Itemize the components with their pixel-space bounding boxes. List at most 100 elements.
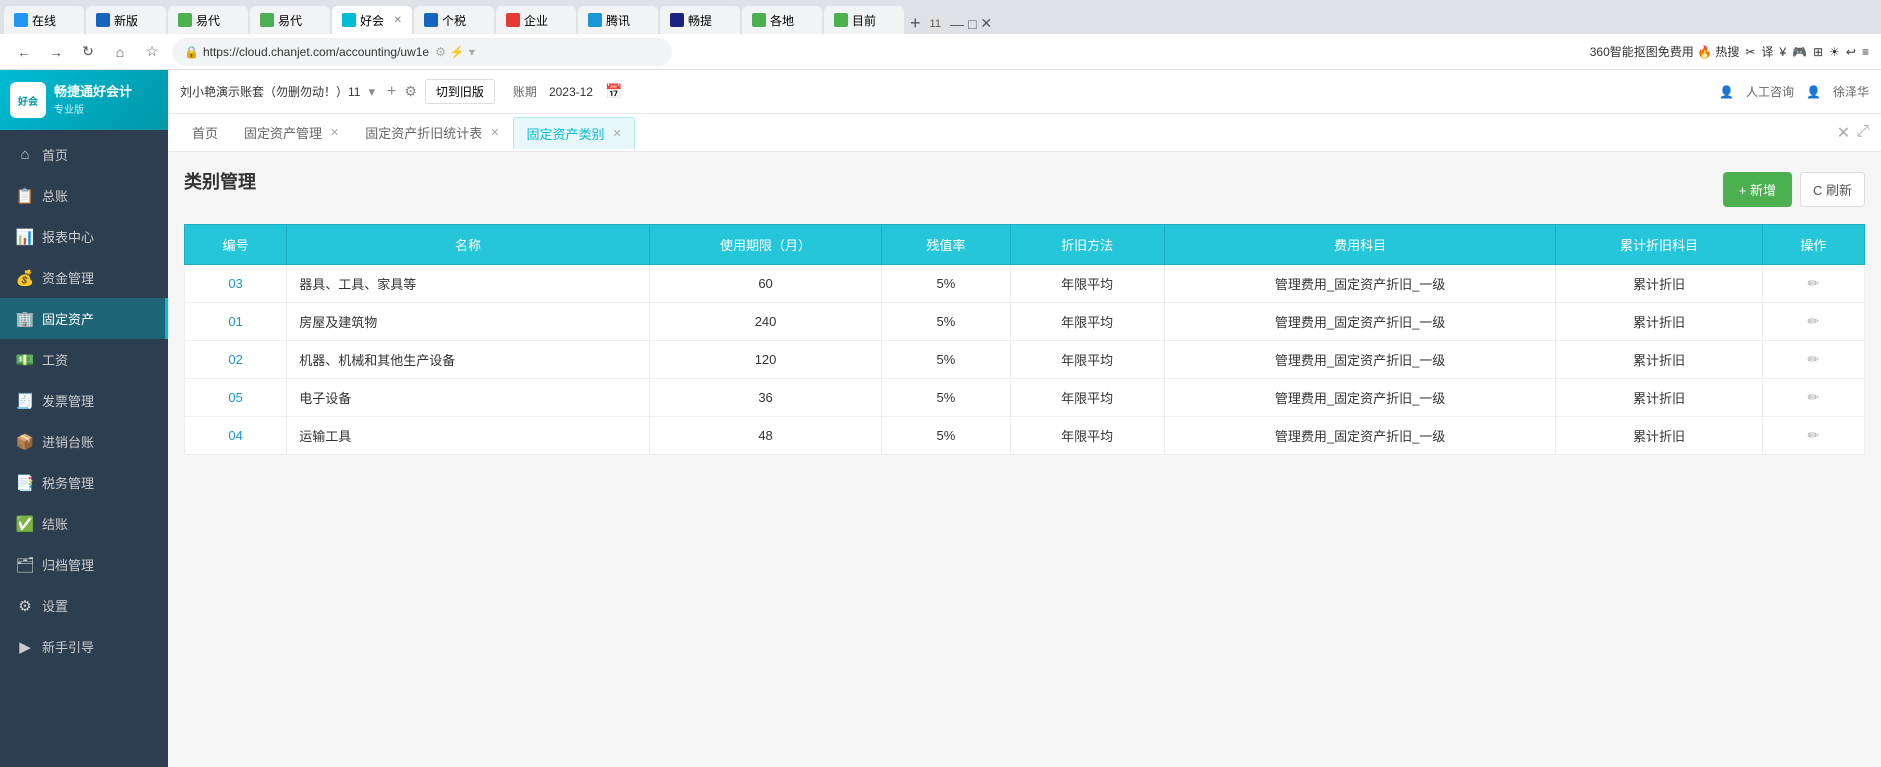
cell-action-2[interactable]: ✏ [1762, 341, 1864, 379]
toolbar: + 新增 C 刷新 [1723, 172, 1865, 207]
tab-window-expand-icon[interactable]: ⤢ [1856, 123, 1869, 143]
scissors-icon[interactable]: ✂ [1745, 45, 1755, 59]
edit-icon-3[interactable]: ✏ [1808, 389, 1820, 405]
cell-action-3[interactable]: ✏ [1762, 379, 1864, 417]
reload-button[interactable]: ↻ [76, 40, 100, 64]
sidebar-item-home[interactable]: ⌂ 首页 [0, 134, 168, 175]
site-info-icon[interactable]: ⚙ [435, 45, 446, 59]
table-row: 01 房屋及建筑物 240 5% 年限平均 管理费用_固定资产折旧_一级 累计折… [185, 303, 1865, 341]
cell-accum-0: 累计折旧 [1556, 265, 1762, 303]
browser-tab-close-haohui[interactable]: ✕ [394, 15, 402, 26]
close-window-icon[interactable]: ✕ [980, 15, 992, 32]
archive-icon: 🗂 [16, 556, 34, 574]
browser-tab-xinban[interactable]: 新版 [86, 6, 166, 34]
calendar-icon[interactable]: 📅 [605, 83, 622, 100]
cell-rate-1: 5% [882, 303, 1010, 341]
tab-window-close-icon[interactable]: ✕ [1837, 123, 1850, 143]
sidebar-item-invoice[interactable]: 🧾 发票管理 [0, 380, 168, 421]
page-tab-fixedasset-mgmt[interactable]: 固定资产管理 ✕ [232, 117, 351, 148]
browser-tab-zaixin[interactable]: 在线 [4, 6, 84, 34]
sidebar-item-payroll[interactable]: 💵 工资 [0, 339, 168, 380]
menu-icon[interactable]: ≡ [1862, 45, 1869, 59]
sidebar-logo: 好会 [10, 82, 46, 118]
undo-icon[interactable]: ↩ [1846, 45, 1856, 59]
sidebar-item-reports[interactable]: 📊 报表中心 [0, 216, 168, 257]
cell-expense-1: 管理费用_固定资产折旧_一级 [1164, 303, 1556, 341]
bookmark-star-icon[interactable]: ⚡ [450, 45, 465, 59]
new-tab-button[interactable]: + [910, 13, 921, 34]
tab-count-badge: 11 [925, 17, 946, 31]
sidebar-item-settings[interactable]: ⚙ 设置 [0, 585, 168, 626]
forward-button[interactable]: → [44, 40, 68, 64]
sidebar-item-ledger[interactable]: 📋 总账 [0, 175, 168, 216]
game-icon[interactable]: 🎮 [1792, 45, 1807, 59]
cell-action-0[interactable]: ✏ [1762, 265, 1864, 303]
sidebar-item-capital[interactable]: 💰 资金管理 [0, 257, 168, 298]
main-content: 类别管理 + 新增 C 刷新 编号 名称 使用期限（月） 残值率 折旧方法 [168, 152, 1881, 767]
edit-icon-0[interactable]: ✏ [1808, 275, 1820, 291]
sidebar-item-closing[interactable]: ✅ 结账 [0, 503, 168, 544]
page-tab-home[interactable]: 首页 [180, 117, 230, 148]
sidebar-item-guide[interactable]: ▶ 新手引导 [0, 626, 168, 667]
maximize-icon[interactable]: □ [968, 16, 976, 32]
browser-tab-tengxun[interactable]: 腾讯 [578, 6, 658, 34]
tab-icon-qiye [506, 13, 520, 27]
app-wrapper: 好会 畅捷通好会计 专业版 ⌂ 首页 📋 总账 📊 报表中心 💰 资金管理 [0, 70, 1881, 767]
tab-icon-yidai1 [178, 13, 192, 27]
col-header-code: 编号 [185, 225, 287, 265]
cell-action-4[interactable]: ✏ [1762, 417, 1864, 455]
browser-tab-yidai1[interactable]: 易代 [168, 6, 248, 34]
sidebar-item-stock[interactable]: 📦 进销台账 [0, 421, 168, 462]
browser-tab-qiye[interactable]: 企业 [496, 6, 576, 34]
browser-tab-geshui[interactable]: 个税 [414, 6, 494, 34]
topbar-dropdown-icon[interactable]: ▾ [368, 84, 375, 100]
page-tabs: 首页 固定资产管理 ✕ 固定资产折旧统计表 ✕ 固定资产类别 ✕ ✕ ⤢ [168, 114, 1881, 152]
translate-icon[interactable]: 译 [1761, 43, 1773, 60]
customer-service-label[interactable]: 人工咨询 [1746, 83, 1794, 100]
cell-method-0: 年限平均 [1010, 265, 1164, 303]
browser-tab-haohui[interactable]: 好会 ✕ [332, 6, 412, 34]
minimize-icon[interactable]: — [950, 16, 964, 32]
edit-icon-4[interactable]: ✏ [1808, 427, 1820, 443]
back-button[interactable]: ← [12, 40, 36, 64]
edit-icon-1[interactable]: ✏ [1808, 313, 1820, 329]
browser-tab-changjie[interactable]: 畅提 [660, 6, 740, 34]
sidebar-item-fixedassets[interactable]: 🏢 固定资产 [0, 298, 168, 339]
grid-icon[interactable]: ⊞ [1813, 45, 1823, 59]
cell-accum-4: 累计折旧 [1556, 417, 1762, 455]
tab-icon-yidai2 [260, 13, 274, 27]
page-tab-close-fixedasset-mgmt[interactable]: ✕ [330, 126, 339, 139]
user-avatar-icon: 👤 [1806, 85, 1821, 99]
sidebar-item-tax[interactable]: 📑 税务管理 [0, 462, 168, 503]
bookmark-button[interactable]: ☆ [140, 40, 164, 64]
tab-icon-xinban [96, 13, 110, 27]
dropdown-icon[interactable]: ▾ [469, 45, 475, 59]
url-input[interactable]: 🔒 https://cloud.chanjet.com/accounting/u… [172, 38, 672, 66]
edit-icon-2[interactable]: ✏ [1808, 351, 1820, 367]
reports-icon: 📊 [16, 228, 34, 246]
switch-old-version-button[interactable]: 切到旧版 [425, 79, 495, 104]
browser-tab-muqian[interactable]: 目前 [824, 6, 904, 34]
page-tab-close-depr-stats[interactable]: ✕ [490, 126, 499, 139]
table-header-row: 编号 名称 使用期限（月） 残值率 折旧方法 费用科目 累计折旧科目 操作 [185, 225, 1865, 265]
period-value: 2023-12 [549, 85, 593, 99]
topbar-settings-icon[interactable]: ⚙ [404, 83, 417, 100]
settings-icon[interactable]: ☀ [1829, 45, 1840, 59]
tab-icon-gedi [752, 13, 766, 27]
browser-tab-yidai2[interactable]: 易代 [250, 6, 330, 34]
browser-tab-gedi[interactable]: 各地 [742, 6, 822, 34]
wallet-icon[interactable]: ¥ [1779, 45, 1786, 59]
topbar-plus-icon[interactable]: + [387, 83, 396, 101]
cell-code-2: 02 [185, 341, 287, 379]
cell-action-1[interactable]: ✏ [1762, 303, 1864, 341]
page-tab-depr-stats[interactable]: 固定资产折旧统计表 ✕ [353, 117, 511, 148]
page-tab-close-category[interactable]: ✕ [613, 127, 622, 140]
cell-name-2: 机器、机械和其他生产设备 [287, 341, 650, 379]
refresh-button[interactable]: C 刷新 [1800, 172, 1865, 207]
home-button[interactable]: ⌂ [108, 40, 132, 64]
sidebar-label-tax: 税务管理 [42, 473, 94, 492]
tab-icon-zaixin [14, 13, 28, 27]
sidebar-item-archive[interactable]: 🗂 归档管理 [0, 544, 168, 585]
page-tab-category[interactable]: 固定资产类别 ✕ [513, 117, 634, 149]
add-button[interactable]: + 新增 [1723, 172, 1792, 207]
